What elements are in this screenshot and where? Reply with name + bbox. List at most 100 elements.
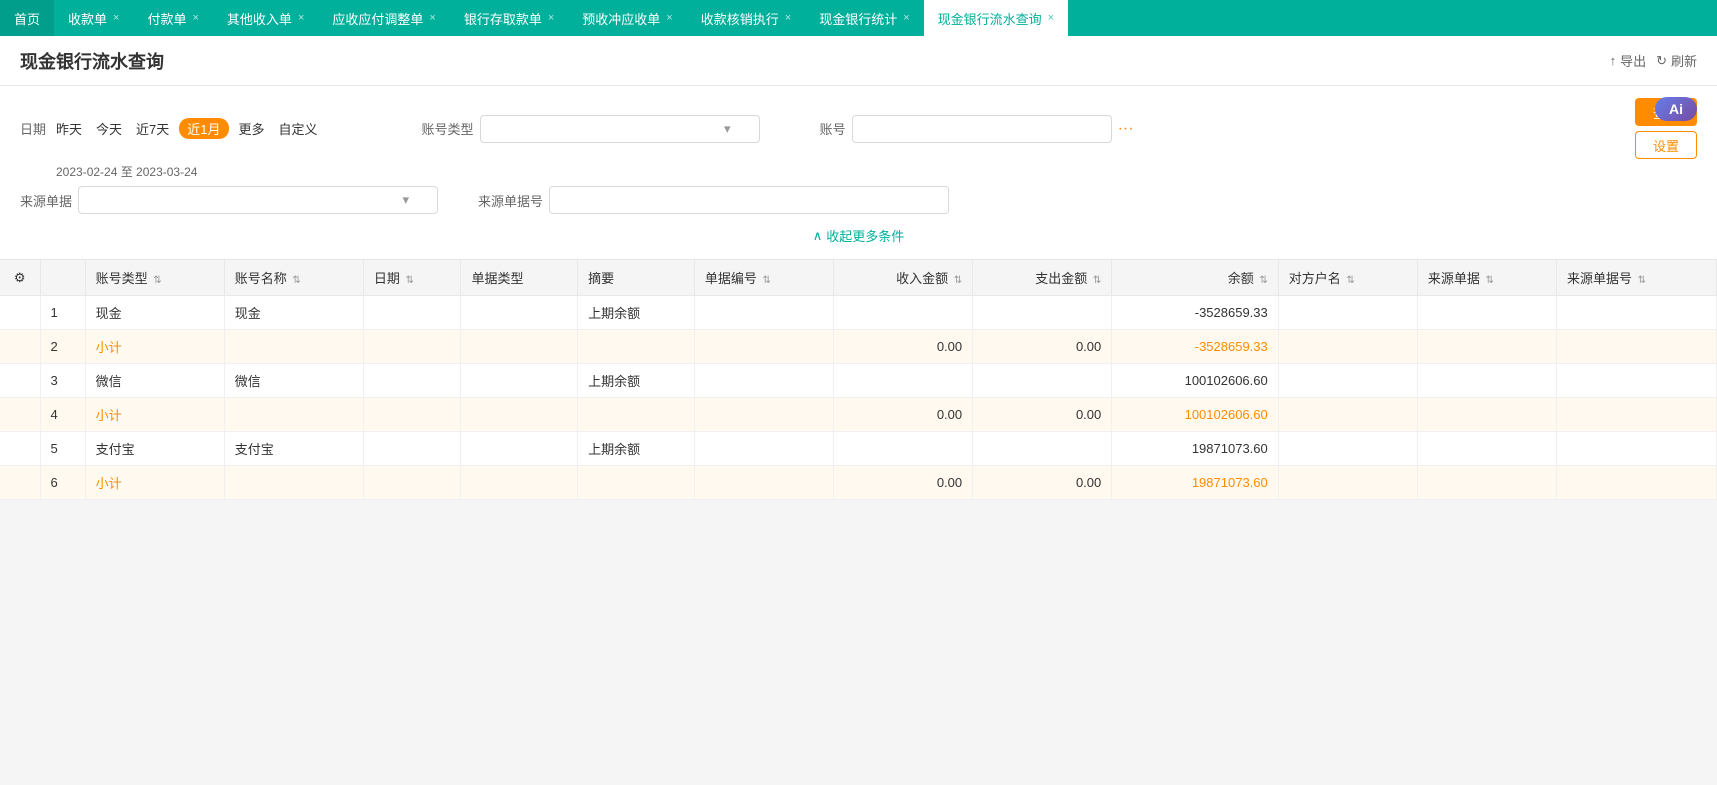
col-source-doc-no[interactable]: 来源单据号 ⇅ xyxy=(1557,260,1717,296)
table-cell xyxy=(1278,296,1417,330)
table-cell xyxy=(461,466,578,500)
date-option-today[interactable]: 今天 xyxy=(92,118,126,139)
table-cell: 小计 xyxy=(85,466,224,500)
table-cell: 2 xyxy=(40,330,85,364)
col-source-doc-no-label: 来源单据号 xyxy=(1567,271,1632,286)
nav-item-adjust[interactable]: 应收应付调整单 × xyxy=(318,0,449,36)
col-source-doc[interactable]: 来源单据 ⇅ xyxy=(1417,260,1556,296)
table-cell: 现金 xyxy=(224,296,363,330)
row-settings-cell[interactable] xyxy=(0,296,40,330)
nav-close-stats[interactable]: × xyxy=(903,12,909,24)
sort-icon-account-type: ⇅ xyxy=(153,275,161,286)
nav-close-other-income[interactable]: × xyxy=(298,12,304,24)
table-cell xyxy=(973,432,1112,466)
account-type-chevron: ▾ xyxy=(724,121,731,137)
table-cell: 6 xyxy=(40,466,85,500)
col-income[interactable]: 收入金额 ⇅ xyxy=(834,260,973,296)
date-option-more[interactable]: 更多 xyxy=(235,118,269,139)
ai-badge[interactable]: Ai xyxy=(1655,97,1697,121)
table-cell xyxy=(1417,330,1556,364)
source-doc-no-input[interactable] xyxy=(549,186,949,214)
table-cell xyxy=(1557,398,1717,432)
nav-item-flow[interactable]: 现金银行流水查询 × xyxy=(924,0,1068,36)
row-settings-cell[interactable] xyxy=(0,466,40,500)
table-cell xyxy=(1557,466,1717,500)
table-cell xyxy=(461,296,578,330)
nav-close-verify[interactable]: × xyxy=(785,12,791,24)
date-option-yesterday[interactable]: 昨天 xyxy=(52,118,86,139)
nav-close-bank-deposit[interactable]: × xyxy=(548,12,554,24)
col-balance-label: 余额 xyxy=(1228,271,1254,286)
filter-item-source-doc: 来源单据 ▾ xyxy=(20,186,438,214)
table-cell xyxy=(363,398,461,432)
table-cell: 5 xyxy=(40,432,85,466)
col-counterpart-label: 对方户名 xyxy=(1289,271,1341,286)
row-settings-cell[interactable] xyxy=(0,364,40,398)
export-button[interactable]: ↑ 导出 xyxy=(1610,51,1647,70)
gear-icon[interactable]: ⚙ xyxy=(14,270,26,285)
table-cell xyxy=(694,466,833,500)
table-cell: 0.00 xyxy=(834,330,973,364)
table-cell: 100102606.60 xyxy=(1112,398,1279,432)
sort-icon-source-doc: ⇅ xyxy=(1486,275,1494,286)
table-cell xyxy=(224,398,363,432)
nav-item-payment[interactable]: 付款单 × xyxy=(133,0,212,36)
table-cell xyxy=(973,296,1112,330)
nav-item-stats[interactable]: 现金银行统计 × xyxy=(805,0,923,36)
nav-item-receipt[interactable]: 收款单 × xyxy=(54,0,133,36)
nav-label-payment: 付款单 xyxy=(147,9,186,28)
nav-close-advance[interactable]: × xyxy=(666,12,672,24)
nav-close-receipt[interactable]: × xyxy=(113,12,119,24)
date-option-custom[interactable]: 自定义 xyxy=(275,118,322,139)
table-cell xyxy=(1557,330,1717,364)
col-expense[interactable]: 支出金额 ⇅ xyxy=(973,260,1112,296)
table-container: ⚙ 账号类型 ⇅ 账号名称 ⇅ 日期 ⇅ 单据类型 xyxy=(0,260,1717,500)
table-cell: 0.00 xyxy=(834,398,973,432)
row-settings-cell[interactable] xyxy=(0,432,40,466)
col-date[interactable]: 日期 ⇅ xyxy=(363,260,461,296)
col-doc-no[interactable]: 单据编号 ⇅ xyxy=(694,260,833,296)
nav-close-flow[interactable]: × xyxy=(1048,12,1054,24)
collapse-label: 收起更多条件 xyxy=(826,226,904,245)
nav-item-bank-deposit[interactable]: 银行存取款单 × xyxy=(450,0,568,36)
filter-item-account-no: 账号 ··· xyxy=(820,115,1134,143)
col-account-name[interactable]: 账号名称 ⇅ xyxy=(224,260,363,296)
row-settings-cell[interactable] xyxy=(0,398,40,432)
account-no-more-btn[interactable]: ··· xyxy=(1118,120,1134,138)
table-cell xyxy=(1417,364,1556,398)
nav-item-home[interactable]: 首页 xyxy=(0,0,54,36)
nav-label-receipt: 收款单 xyxy=(68,9,107,28)
nav-item-other-income[interactable]: 其他收入单 × xyxy=(213,0,318,36)
date-option-1month[interactable]: 近1月 xyxy=(179,118,228,139)
table-row: 6小计0.000.0019871073.60 xyxy=(0,466,1717,500)
nav-label-bank-deposit: 银行存取款单 xyxy=(464,9,542,28)
row-settings-cell[interactable] xyxy=(0,330,40,364)
source-doc-select[interactable]: ▾ xyxy=(78,186,438,214)
table-cell: 支付宝 xyxy=(85,432,224,466)
table-cell xyxy=(363,432,461,466)
collapse-bar[interactable]: ∧ 收起更多条件 xyxy=(20,222,1697,247)
account-type-select[interactable]: ▾ xyxy=(480,115,760,143)
nav-close-adjust[interactable]: × xyxy=(429,12,435,24)
sort-icon-income: ⇅ xyxy=(954,275,962,286)
table-cell xyxy=(578,398,695,432)
sort-icon-source-doc-no: ⇅ xyxy=(1638,275,1646,286)
table-cell xyxy=(834,364,973,398)
account-type-label: 账号类型 xyxy=(422,119,474,138)
nav-label-verify: 收款核销执行 xyxy=(701,9,779,28)
nav-item-verify[interactable]: 收款核销执行 × xyxy=(687,0,805,36)
settings-button[interactable]: 设置 xyxy=(1635,131,1697,159)
sort-icon-account-name: ⇅ xyxy=(292,275,300,286)
filter-area: 日期 昨天 今天 近7天 近1月 更多 自定义 账号类型 ▾ 账号 ··· xyxy=(0,86,1717,260)
refresh-button[interactable]: ↻ 刷新 xyxy=(1656,51,1697,70)
nav-item-advance[interactable]: 预收冲应收单 × xyxy=(568,0,686,36)
date-option-7days[interactable]: 近7天 xyxy=(132,118,173,139)
col-counterpart[interactable]: 对方户名 ⇅ xyxy=(1278,260,1417,296)
top-navigation: 首页 收款单 × 付款单 × 其他收入单 × 应收应付调整单 × 银行存取款单 … xyxy=(0,0,1717,36)
col-balance[interactable]: 余额 ⇅ xyxy=(1112,260,1279,296)
table-cell xyxy=(578,466,695,500)
col-settings[interactable]: ⚙ xyxy=(0,260,40,296)
col-account-type[interactable]: 账号类型 ⇅ xyxy=(85,260,224,296)
account-no-input[interactable] xyxy=(852,115,1112,143)
nav-close-payment[interactable]: × xyxy=(192,12,198,24)
